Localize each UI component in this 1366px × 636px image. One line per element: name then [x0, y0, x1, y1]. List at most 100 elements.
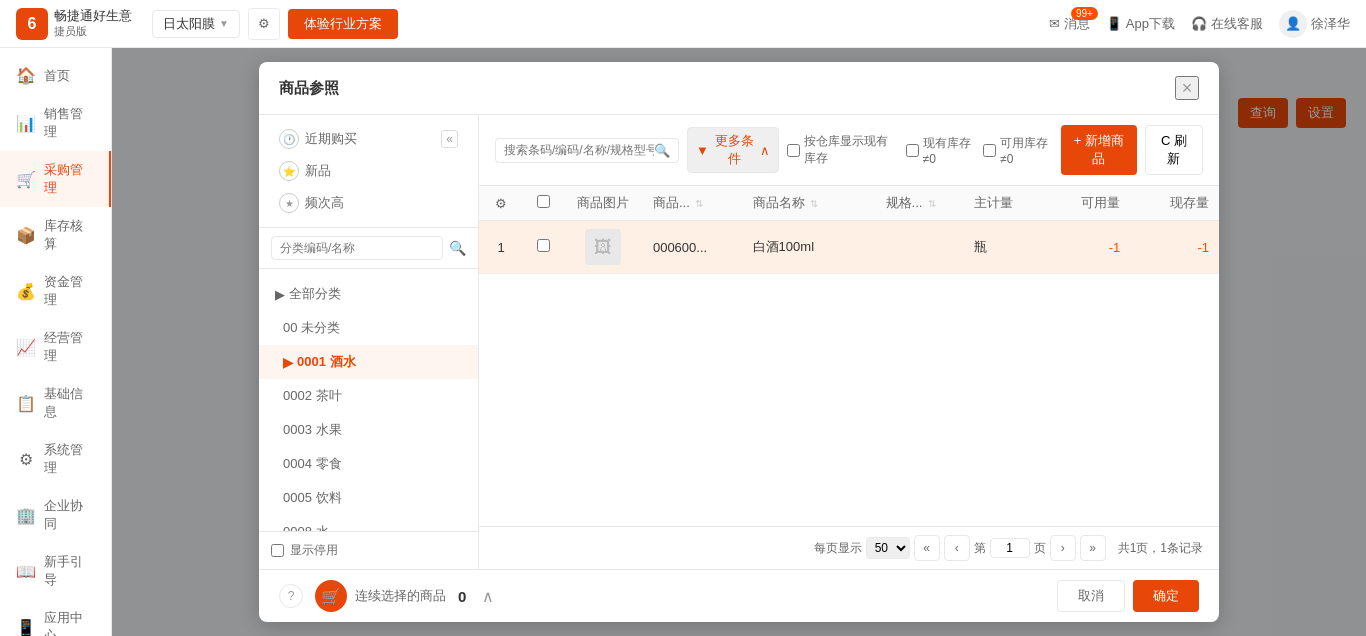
modal-header: 商品参照 × [259, 62, 1219, 115]
sidebar-label-guide: 新手引导 [44, 553, 95, 589]
nav-dropdown[interactable]: 日太阳膜 ▼ [152, 10, 240, 38]
show-disabled-checkbox[interactable] [271, 544, 284, 557]
quick-access-section: 🕐 近期购买 « ⭐ 新品 ★ 频次高 [259, 115, 478, 228]
app-sub: 捷员版 [54, 24, 132, 39]
select-all-checkbox[interactable] [537, 195, 550, 208]
sidebar-label-system: 系统管理 [44, 441, 95, 477]
message-icon: ✉ [1049, 16, 1060, 31]
checkbox-available-label[interactable]: 现有库存≠0 [906, 135, 976, 166]
app-download-button[interactable]: 📱 App下载 [1106, 15, 1175, 33]
help-icon-button[interactable]: ? [279, 584, 303, 608]
sort-arrows-spec: ⇅ [928, 198, 936, 209]
th-gear: ⚙ [479, 186, 523, 221]
purchase-icon: 🛒 [16, 170, 36, 189]
th-stock[interactable]: 现存量 [1130, 186, 1219, 221]
row-checkbox[interactable] [537, 239, 550, 252]
app-download-label: App下载 [1126, 15, 1175, 33]
message-button[interactable]: ✉ 消息 99+ [1049, 15, 1090, 33]
top-center: 日太阳膜 ▼ ⚙ 体验行业方案 [152, 8, 1049, 40]
sidebar-item-enterprise[interactable]: 🏢 企业协同 [0, 487, 111, 543]
table-toolbar: 🔍 ▼ 更多条件 ∧ 按仓库显示现有库存 [479, 115, 1219, 186]
filter-label: 更多条件 [713, 132, 756, 168]
checkbox-warehouse-label[interactable]: 按仓库显示现有库存 [787, 133, 898, 167]
sidebar-item-purchase[interactable]: 🛒 采购管理 [0, 151, 111, 207]
sidebar-item-operations[interactable]: 📈 经营管理 [0, 319, 111, 375]
quick-item-frequent[interactable]: ★ 频次高 [271, 187, 466, 219]
th-stock-label: 现存量 [1170, 195, 1209, 210]
category-0002[interactable]: 0002 茶叶 [259, 379, 478, 413]
th-unit[interactable]: 主计量 [964, 186, 1042, 221]
page-first-button[interactable]: « [914, 535, 940, 561]
category-all-label: 全部分类 [289, 285, 341, 303]
per-page-select[interactable]: 50 [866, 537, 910, 559]
category-0005[interactable]: 0005 饮料 [259, 481, 478, 515]
cancel-button[interactable]: 取消 [1057, 580, 1125, 612]
page-number-input[interactable] [990, 538, 1030, 558]
sidebar-item-sales[interactable]: 📊 销售管理 [0, 95, 111, 151]
modal-close-button[interactable]: × [1175, 76, 1199, 100]
th-code[interactable]: 商品... ⇅ [643, 186, 743, 221]
category-0003[interactable]: 0003 水果 [259, 413, 478, 447]
enterprise-icon: 🏢 [16, 506, 36, 525]
category-00[interactable]: 00 未分类 [259, 311, 478, 345]
sidebar-label-operations: 经营管理 [44, 329, 95, 365]
product-search-input[interactable] [504, 143, 654, 157]
checkbox-usable[interactable] [983, 144, 996, 157]
td-name: 白酒100ml [743, 221, 876, 274]
search-icon: 🔍 [654, 143, 670, 158]
th-spec-label: 规格... [886, 195, 923, 210]
product-reference-modal: 商品参照 × 🕐 近期购买 « [259, 62, 1219, 622]
image-icon: 🖼 [594, 237, 612, 258]
th-unit-label: 主计量 [974, 195, 1013, 210]
checkbox-usable-label[interactable]: 可用库存≠0 [983, 135, 1053, 166]
quick-item-recent[interactable]: 🕐 近期购买 « [271, 123, 466, 155]
page-prev-button[interactable]: ‹ [944, 535, 970, 561]
sidebar-item-finance[interactable]: 💰 资金管理 [0, 263, 111, 319]
action-button[interactable]: 体验行业方案 [288, 9, 398, 39]
online-service-button[interactable]: 🎧 在线客服 [1191, 15, 1263, 33]
category-search-input[interactable] [271, 236, 443, 260]
modal-title: 商品参照 [279, 79, 339, 98]
category-all[interactable]: ▶ 全部分类 [259, 277, 478, 311]
refresh-button[interactable]: C 刷新 [1145, 125, 1203, 175]
category-0004[interactable]: 0004 零食 [259, 447, 478, 481]
logo-area: 6 畅捷通好生意 捷员版 [16, 8, 132, 40]
sidebar-item-home[interactable]: 🏠 首页 [0, 56, 111, 95]
th-available-label: 可用量 [1081, 195, 1120, 210]
operations-icon: 📈 [16, 338, 36, 357]
category-0001[interactable]: ▶ 0001 酒水 [259, 345, 478, 379]
cart-collapse-button[interactable]: ∧ [482, 587, 494, 606]
quick-item-new[interactable]: ⭐ 新品 [271, 155, 466, 187]
category-0008[interactable]: 0008 水 [259, 515, 478, 531]
page-next-button[interactable]: › [1050, 535, 1076, 561]
right-panel: 🔍 ▼ 更多条件 ∧ 按仓库显示现有库存 [479, 115, 1219, 569]
user-profile-button[interactable]: 👤 徐泽华 [1279, 10, 1350, 38]
category-search-icon[interactable]: 🔍 [449, 240, 466, 256]
filter-button[interactable]: ▼ 更多条件 ∧ [687, 127, 779, 173]
sidebar-item-guide[interactable]: 📖 新手引导 [0, 543, 111, 599]
sidebar-item-basic-info[interactable]: 📋 基础信息 [0, 375, 111, 431]
page-last-button[interactable]: » [1080, 535, 1106, 561]
sidebar-label-home: 首页 [44, 67, 70, 85]
th-available[interactable]: 可用量 [1042, 186, 1131, 221]
cart-count-value: 0 [458, 588, 466, 605]
checkbox-available[interactable] [906, 144, 919, 157]
th-spec[interactable]: 规格... ⇅ [876, 186, 965, 221]
confirm-button[interactable]: 确定 [1133, 580, 1199, 612]
add-product-button[interactable]: + 新增商品 [1061, 125, 1137, 175]
th-image[interactable]: 商品图片 [563, 186, 643, 221]
sidebar-item-system[interactable]: ⚙ 系统管理 [0, 431, 111, 487]
sidebar-item-inventory[interactable]: 📦 库存核算 [0, 207, 111, 263]
collapse-button[interactable]: « [441, 130, 458, 148]
table-row[interactable]: 1 🖼 [479, 221, 1219, 274]
dropdown-arrow-icon: ▼ [219, 18, 229, 29]
th-name[interactable]: 商品名称 ⇅ [743, 186, 876, 221]
td-image: 🖼 [563, 221, 643, 274]
sidebar-item-app-center[interactable]: 📱 应用中心 [0, 599, 111, 636]
system-icon: ⚙ [16, 450, 36, 469]
checkbox-warehouse[interactable] [787, 144, 800, 157]
cart-icon-button[interactable]: 🛒 [315, 580, 347, 612]
sales-icon: 📊 [16, 114, 36, 133]
username-label: 徐泽华 [1311, 15, 1350, 33]
nav-gear-button[interactable]: ⚙ [248, 8, 280, 40]
